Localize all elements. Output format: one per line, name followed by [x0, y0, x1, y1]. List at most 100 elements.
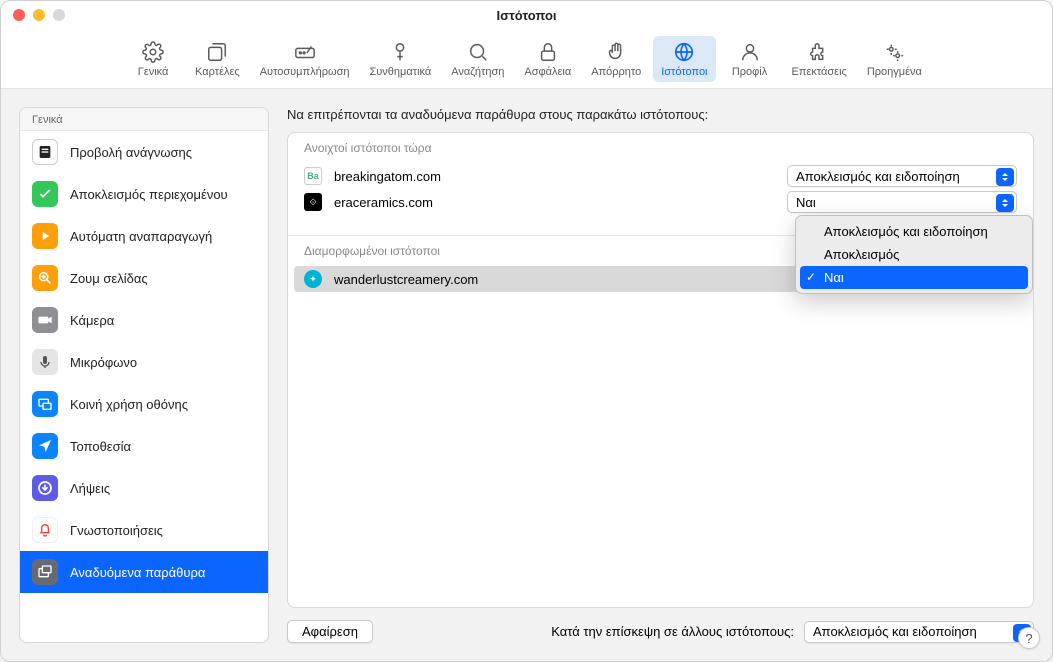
permission-dropdown-menu: Αποκλεισμός και ειδοποίηση Αποκλεισμός Ν… [795, 215, 1033, 294]
dropdown-option[interactable]: Αποκλεισμός [800, 243, 1028, 266]
puzzle-icon [807, 40, 831, 64]
reader-icon [32, 139, 58, 165]
favicon-icon: Ba [304, 167, 322, 185]
favicon-icon: ⟐ [304, 193, 322, 211]
key-icon [388, 40, 412, 64]
search-icon [466, 40, 490, 64]
toolbar-extensions[interactable]: Επεκτάσεις [784, 36, 855, 82]
toolbar-security[interactable]: Ασφάλεια [516, 36, 579, 82]
site-panel: Ανοιχτοί ιστότοποι τώρα Ba breakingatom.… [287, 132, 1034, 608]
close-window-button[interactable] [13, 9, 25, 21]
toolbar-autofill[interactable]: Αυτοσυμπλήρωση [252, 36, 358, 82]
sidebar-item-downloads[interactable]: Λήψεις [20, 467, 268, 509]
person-icon [738, 40, 762, 64]
sidebar-item-label: Αναδυόμενα παράθυρα [70, 565, 205, 580]
main-panel: Να επιτρέπονται τα αναδυόμενα παράθυρα σ… [287, 107, 1034, 643]
toolbar-search[interactable]: Αναζήτηση [443, 36, 512, 82]
toolbar-general[interactable]: Γενικά [123, 36, 183, 82]
main-header: Να επιτρέπονται τα αναδυόμενα παράθυρα σ… [287, 107, 1034, 132]
site-permission-select[interactable]: Ναι [787, 191, 1017, 213]
sidebar-item-location[interactable]: Τοποθεσία [20, 425, 268, 467]
sidebar-item-camera[interactable]: Κάμερα [20, 299, 268, 341]
sidebar-item-label: Ζουμ σελίδας [70, 271, 148, 286]
favicon-icon: ✦ [304, 270, 322, 288]
bell-icon [32, 517, 58, 543]
hand-icon [604, 40, 628, 64]
autofill-icon [293, 40, 317, 64]
sidebar-item-content-blockers[interactable]: Αποκλεισμός περιεχομένου [20, 173, 268, 215]
toolbar-label: Ιστότοποι [661, 66, 707, 78]
sidebar-item-notifications[interactable]: Γνωστοποιήσεις [20, 509, 268, 551]
lock-icon [536, 40, 560, 64]
download-icon [32, 475, 58, 501]
toolbar-label: Αυτοσυμπλήρωση [260, 66, 350, 78]
select-value: Ναι [796, 195, 816, 210]
toolbar-passwords[interactable]: Συνθηματικά [361, 36, 439, 82]
titlebar: Ιστότοποι [1, 1, 1052, 29]
preferences-toolbar: Γενικά Καρτέλες Αυτοσυμπλήρωση Συνθηματι… [1, 29, 1052, 89]
chevron-updown-icon [996, 194, 1014, 212]
site-permission-select[interactable]: Αποκλεισμός και ειδοποίηση [787, 165, 1017, 187]
site-row[interactable]: Ba breakingatom.com Αποκλεισμός και ειδο… [288, 163, 1033, 189]
toolbar-advanced[interactable]: Προηγμένα [859, 36, 930, 82]
content-area: Γενικά Προβολή ανάγνωσης Αποκλεισμός περ… [1, 89, 1052, 661]
toolbar-label: Ασφάλεια [524, 66, 571, 78]
bottom-bar: Αφαίρεση Κατά την επίσκεψη σε άλλους ιστ… [287, 608, 1034, 643]
traffic-lights [13, 9, 65, 21]
sidebar-item-label: Κάμερα [70, 313, 114, 328]
tabs-icon [205, 40, 229, 64]
toolbar-label: Συνθηματικά [369, 66, 431, 78]
default-label: Κατά την επίσκεψη σε άλλους ιστότοπους: [551, 624, 794, 639]
help-button[interactable]: ? [1018, 627, 1040, 649]
dropdown-option[interactable]: Αποκλεισμός και ειδοποίηση [800, 220, 1028, 243]
sidebar-item-popups[interactable]: Αναδυόμενα παράθυρα [20, 551, 268, 593]
sidebar-list: Προβολή ανάγνωσης Αποκλεισμός περιεχομέν… [20, 131, 268, 642]
sidebar-item-screen-sharing[interactable]: Κοινή χρήση οθόνης [20, 383, 268, 425]
sidebar-item-reader[interactable]: Προβολή ανάγνωσης [20, 131, 268, 173]
toolbar-profiles[interactable]: Προφίλ [720, 36, 780, 82]
sidebar-item-microphone[interactable]: Μικρόφωνο [20, 341, 268, 383]
zoom-window-button[interactable] [53, 9, 65, 21]
open-sites-label: Ανοιχτοί ιστότοποι τώρα [288, 133, 1033, 163]
toolbar-privacy[interactable]: Απόρρητο [583, 36, 649, 82]
minimize-window-button[interactable] [33, 9, 45, 21]
location-icon [32, 433, 58, 459]
sidebar: Γενικά Προβολή ανάγνωσης Αποκλεισμός περ… [19, 107, 269, 643]
play-icon [32, 223, 58, 249]
sidebar-item-label: Κοινή χρήση οθόνης [70, 397, 188, 412]
sidebar-item-label: Αποκλεισμός περιεχομένου [70, 187, 228, 202]
default-setting-group: Κατά την επίσκεψη σε άλλους ιστότοπους: … [551, 621, 1034, 643]
toolbar-tabs[interactable]: Καρτέλες [187, 36, 248, 82]
default-permission-select[interactable]: Αποκλεισμός και ειδοποίηση [804, 621, 1034, 643]
toolbar-websites[interactable]: Ιστότοποι [653, 36, 715, 82]
remove-button[interactable]: Αφαίρεση [287, 620, 373, 643]
sidebar-item-label: Μικρόφωνο [70, 355, 137, 370]
toolbar-label: Προφίλ [732, 66, 767, 78]
sidebar-item-label: Λήψεις [70, 481, 110, 496]
toolbar-label: Απόρρητο [591, 66, 641, 78]
select-value: Αποκλεισμός και ειδοποίηση [813, 624, 977, 639]
sidebar-item-autoplay[interactable]: Αυτόματη αναπαραγωγή [20, 215, 268, 257]
toolbar-label: Επεκτάσεις [792, 66, 847, 78]
preferences-window: Ιστότοποι Γενικά Καρτέλες Αυτοσυμπλήρωση… [0, 0, 1053, 662]
screen-icon [32, 391, 58, 417]
dropdown-option[interactable]: Ναι [800, 266, 1028, 289]
toolbar-label: Γενικά [138, 66, 169, 78]
globe-icon [672, 40, 696, 64]
site-domain: breakingatom.com [334, 169, 775, 184]
chevron-updown-icon [996, 168, 1014, 186]
sidebar-item-label: Προβολή ανάγνωσης [70, 145, 192, 160]
camera-icon [32, 307, 58, 333]
sidebar-item-label: Γνωστοποιήσεις [70, 523, 163, 538]
toolbar-label: Αναζήτηση [451, 66, 504, 78]
popup-icon [32, 559, 58, 585]
sidebar-item-page-zoom[interactable]: Ζουμ σελίδας [20, 257, 268, 299]
site-domain: eraceramics.com [334, 195, 775, 210]
sidebar-header: Γενικά [20, 108, 268, 131]
zoom-icon [32, 265, 58, 291]
site-domain: wanderlustcreamery.com [334, 272, 775, 287]
toolbar-label: Καρτέλες [195, 66, 240, 78]
sidebar-item-label: Αυτόματη αναπαραγωγή [70, 229, 212, 244]
site-row[interactable]: ⟐ eraceramics.com Ναι Αποκλεισμός και ει… [288, 189, 1033, 215]
select-value: Αποκλεισμός και ειδοποίηση [796, 169, 960, 184]
